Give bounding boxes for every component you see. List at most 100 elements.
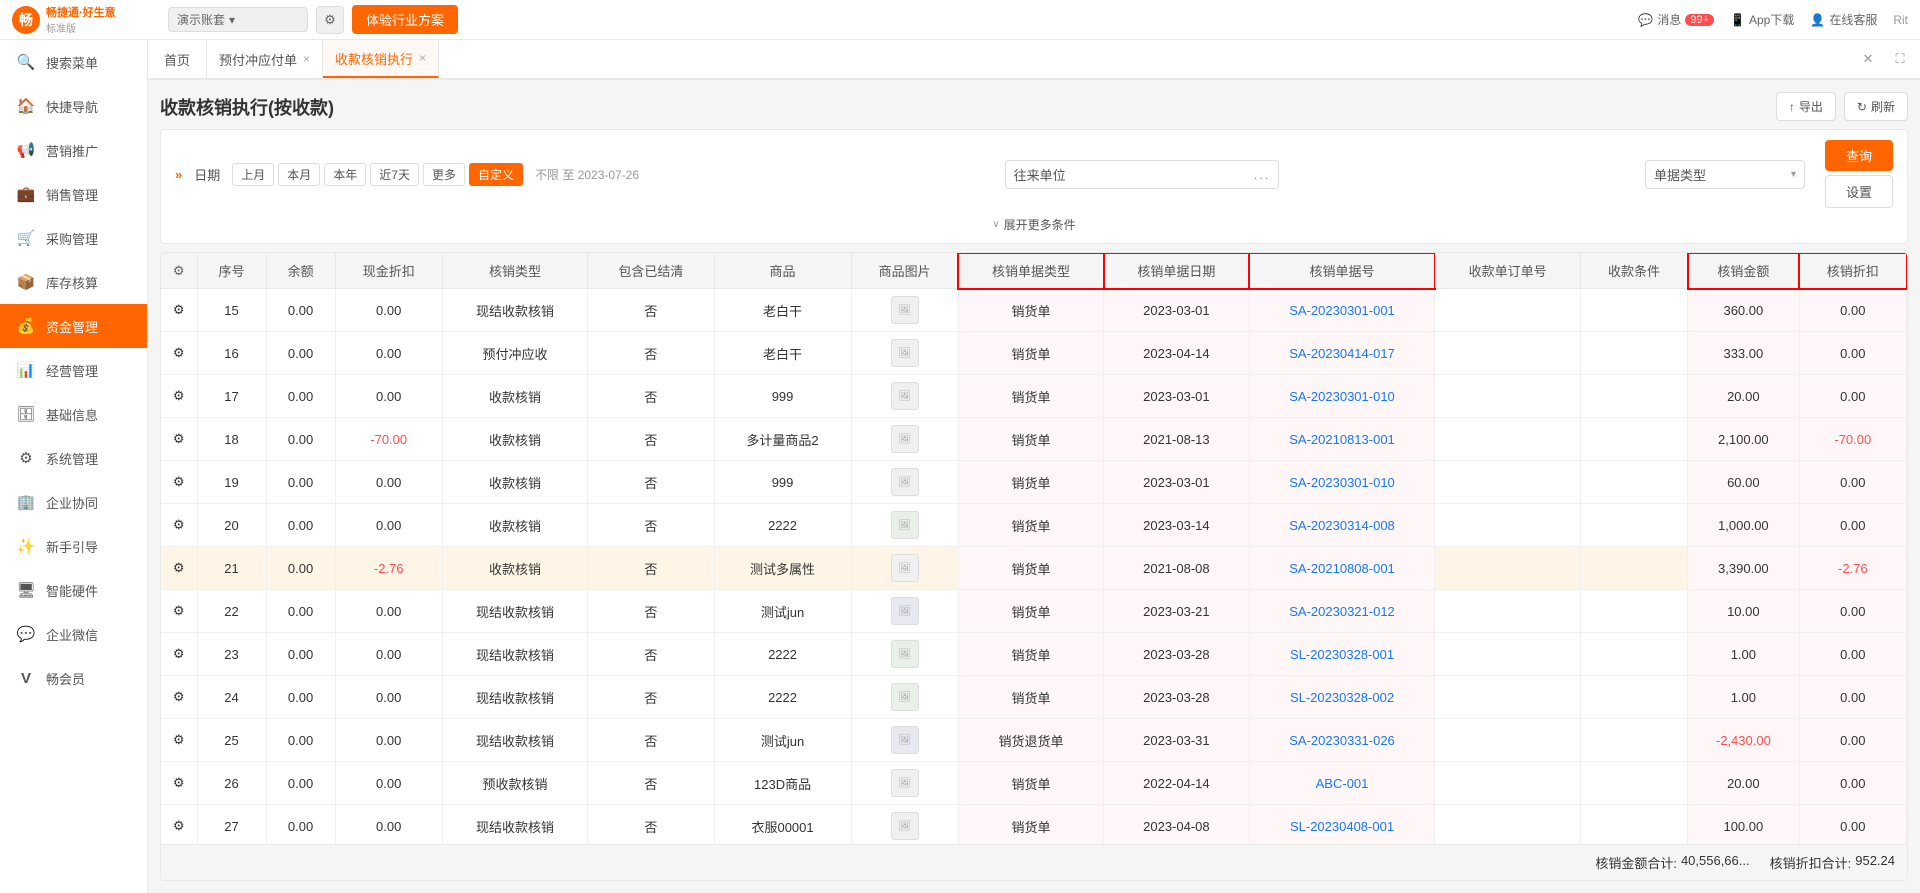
sidebar-item-wechat[interactable]: 💬 企业微信	[0, 612, 147, 656]
refresh-button[interactable]: ↻ 刷新	[1844, 92, 1908, 121]
sidebar-item-sales[interactable]: 💼 销售管理	[0, 172, 147, 216]
date-btn-more[interactable]: 更多	[423, 163, 465, 186]
cell-write-off-no[interactable]: SA-20230301-001	[1249, 289, 1435, 332]
cell-write-off-no[interactable]: SL-20230328-002	[1249, 676, 1435, 719]
th-settings[interactable]: ⚙	[161, 253, 197, 289]
write-off-no-link[interactable]: SA-20230301-001	[1289, 303, 1395, 318]
write-off-no-link[interactable]: SA-20230301-010	[1289, 389, 1395, 404]
sidebar-item-finance[interactable]: 💰 资金管理	[0, 304, 147, 348]
row-settings-icon[interactable]: ⚙	[173, 689, 185, 704]
row-settings-icon[interactable]: ⚙	[173, 388, 185, 403]
export-button[interactable]: ↑ 导出	[1776, 92, 1836, 121]
cell-settings[interactable]: ⚙	[161, 375, 197, 418]
row-settings-icon[interactable]: ⚙	[173, 474, 185, 489]
tab-writeoff-close[interactable]: ×	[419, 51, 426, 65]
cell-settings[interactable]: ⚙	[161, 418, 197, 461]
cell-settings[interactable]: ⚙	[161, 590, 197, 633]
row-settings-icon[interactable]: ⚙	[173, 431, 185, 446]
cell-write-off-no[interactable]: SA-20210813-001	[1249, 418, 1435, 461]
cell-settings[interactable]: ⚙	[161, 719, 197, 762]
write-off-no-link[interactable]: SA-20230321-012	[1289, 604, 1395, 619]
sidebar-item-marketing[interactable]: 📢 营销推广	[0, 128, 147, 172]
cell-write-off-no[interactable]: SA-20230414-017	[1249, 332, 1435, 375]
sidebar-item-hardware[interactable]: 🖥 智能硬件	[0, 568, 147, 612]
notification-item[interactable]: 💬 消息 99+	[1638, 11, 1714, 28]
org-selector[interactable]: 演示账套 ▾	[168, 7, 308, 32]
bill-type-select[interactable]: 单据类型 ▾	[1645, 160, 1805, 189]
write-off-no-link[interactable]: ABC-001	[1316, 776, 1369, 791]
settings-icon[interactable]: ⚙	[173, 263, 185, 278]
write-off-no-link[interactable]: SA-20210813-001	[1289, 432, 1395, 447]
write-off-no-link[interactable]: SA-20230414-017	[1289, 346, 1395, 361]
date-btn-this-month[interactable]: 本月	[278, 163, 320, 186]
cell-settings[interactable]: ⚙	[161, 332, 197, 375]
sidebar-item-nav[interactable]: 🏠 快捷导航	[0, 84, 147, 128]
date-btn-7days[interactable]: 近7天	[370, 163, 419, 186]
row-settings-icon[interactable]: ⚙	[173, 603, 185, 618]
date-btn-last-month[interactable]: 上月	[232, 163, 274, 186]
write-off-no-link[interactable]: SL-20230328-001	[1290, 647, 1394, 662]
write-off-no-link[interactable]: SA-20230331-026	[1289, 733, 1395, 748]
cell-write-off-no[interactable]: SA-20230301-010	[1249, 461, 1435, 504]
cell-write-off-no[interactable]: SA-20210808-001	[1249, 547, 1435, 590]
cell-write-off-no[interactable]: SA-20230331-026	[1249, 719, 1435, 762]
cell-settings[interactable]: ⚙	[161, 805, 197, 845]
cell-settings[interactable]: ⚙	[161, 547, 197, 590]
date-btn-custom[interactable]: 自定义	[469, 163, 523, 186]
settings-button[interactable]: ⚙	[316, 6, 344, 34]
app-download[interactable]: 📱 App下载	[1730, 11, 1794, 28]
search-icon: 🔍	[16, 52, 36, 72]
tab-home[interactable]: 首页	[148, 40, 207, 78]
cell-write-off-no[interactable]: SA-20230301-010	[1249, 375, 1435, 418]
write-off-no-link[interactable]: SL-20230328-002	[1290, 690, 1394, 705]
row-settings-icon[interactable]: ⚙	[173, 818, 185, 833]
sidebar-item-member[interactable]: V 畅会员	[0, 656, 147, 700]
cell-settings[interactable]: ⚙	[161, 762, 197, 805]
row-settings-icon[interactable]: ⚙	[173, 775, 185, 790]
cell-settings[interactable]: ⚙	[161, 289, 197, 332]
sidebar-item-search[interactable]: 🔍 搜索菜单	[0, 40, 147, 84]
row-settings-icon[interactable]: ⚙	[173, 302, 185, 317]
date-btn-this-year[interactable]: 本年	[324, 163, 366, 186]
sidebar-item-basic[interactable]: 🗄 基础信息	[0, 392, 147, 436]
cell-write-off-no[interactable]: SA-20230314-008	[1249, 504, 1435, 547]
row-settings-icon[interactable]: ⚙	[173, 517, 185, 532]
row-settings-icon[interactable]: ⚙	[173, 732, 185, 747]
cell-settings[interactable]: ⚙	[161, 676, 197, 719]
sidebar-item-purchase[interactable]: 🛒 采购管理	[0, 216, 147, 260]
row-settings-icon[interactable]: ⚙	[173, 560, 185, 575]
cell-write-off-no[interactable]: SL-20230408-001	[1249, 805, 1435, 845]
tab-prepay[interactable]: 预付冲应付单 ×	[207, 40, 323, 78]
filter-collapse-btn[interactable]: »	[175, 167, 182, 182]
tab-prepay-close[interactable]: ×	[303, 52, 310, 66]
tab-writeoff[interactable]: 收款核销执行 ×	[323, 40, 439, 78]
write-off-no-link[interactable]: SA-20230314-008	[1289, 518, 1395, 533]
query-button[interactable]: 查询	[1825, 140, 1893, 171]
sidebar-item-system[interactable]: ⚙ 系统管理	[0, 436, 147, 480]
write-off-no-link[interactable]: SA-20210808-001	[1289, 561, 1395, 576]
close-window-btn[interactable]: ✕	[1856, 47, 1880, 71]
sidebar-item-operations[interactable]: 📊 经营管理	[0, 348, 147, 392]
cell-write-off-no[interactable]: SA-20230321-012	[1249, 590, 1435, 633]
from-unit-field[interactable]: 往来单位 ...	[1005, 160, 1280, 189]
cell-settings[interactable]: ⚙	[161, 461, 197, 504]
sidebar-item-guide[interactable]: ✨ 新手引导	[0, 524, 147, 568]
cell-write-off-no[interactable]: SL-20230328-001	[1249, 633, 1435, 676]
cell-settings[interactable]: ⚙	[161, 504, 197, 547]
filter-setting-button[interactable]: 设置	[1825, 175, 1893, 208]
from-unit-input[interactable]	[1072, 167, 1248, 182]
write-off-no-link[interactable]: SA-20230301-010	[1289, 475, 1395, 490]
expand-more-row[interactable]: ∨ 展开更多条件	[175, 216, 1893, 233]
sidebar-item-collab[interactable]: 🏢 企业协同	[0, 480, 147, 524]
cell-write-off-no[interactable]: ABC-001	[1249, 762, 1435, 805]
write-off-no-link[interactable]: SL-20230408-001	[1290, 819, 1394, 834]
row-settings-icon[interactable]: ⚙	[173, 345, 185, 360]
trial-button[interactable]: 体验行业方案	[352, 5, 458, 34]
table-wrapper[interactable]: ⚙ 序号 余额 现金折扣 核销类型 包含已结清 商品 商品图片 核销单据类型 核…	[161, 253, 1907, 844]
online-service[interactable]: 👤 在线客服	[1810, 11, 1877, 28]
row-settings-icon[interactable]: ⚙	[173, 646, 185, 661]
sidebar-item-inventory[interactable]: 📦 库存核算	[0, 260, 147, 304]
cell-settings[interactable]: ⚙	[161, 633, 197, 676]
cell-goods: 测试jun	[714, 590, 851, 633]
maximize-btn[interactable]: ⛶	[1888, 47, 1912, 71]
